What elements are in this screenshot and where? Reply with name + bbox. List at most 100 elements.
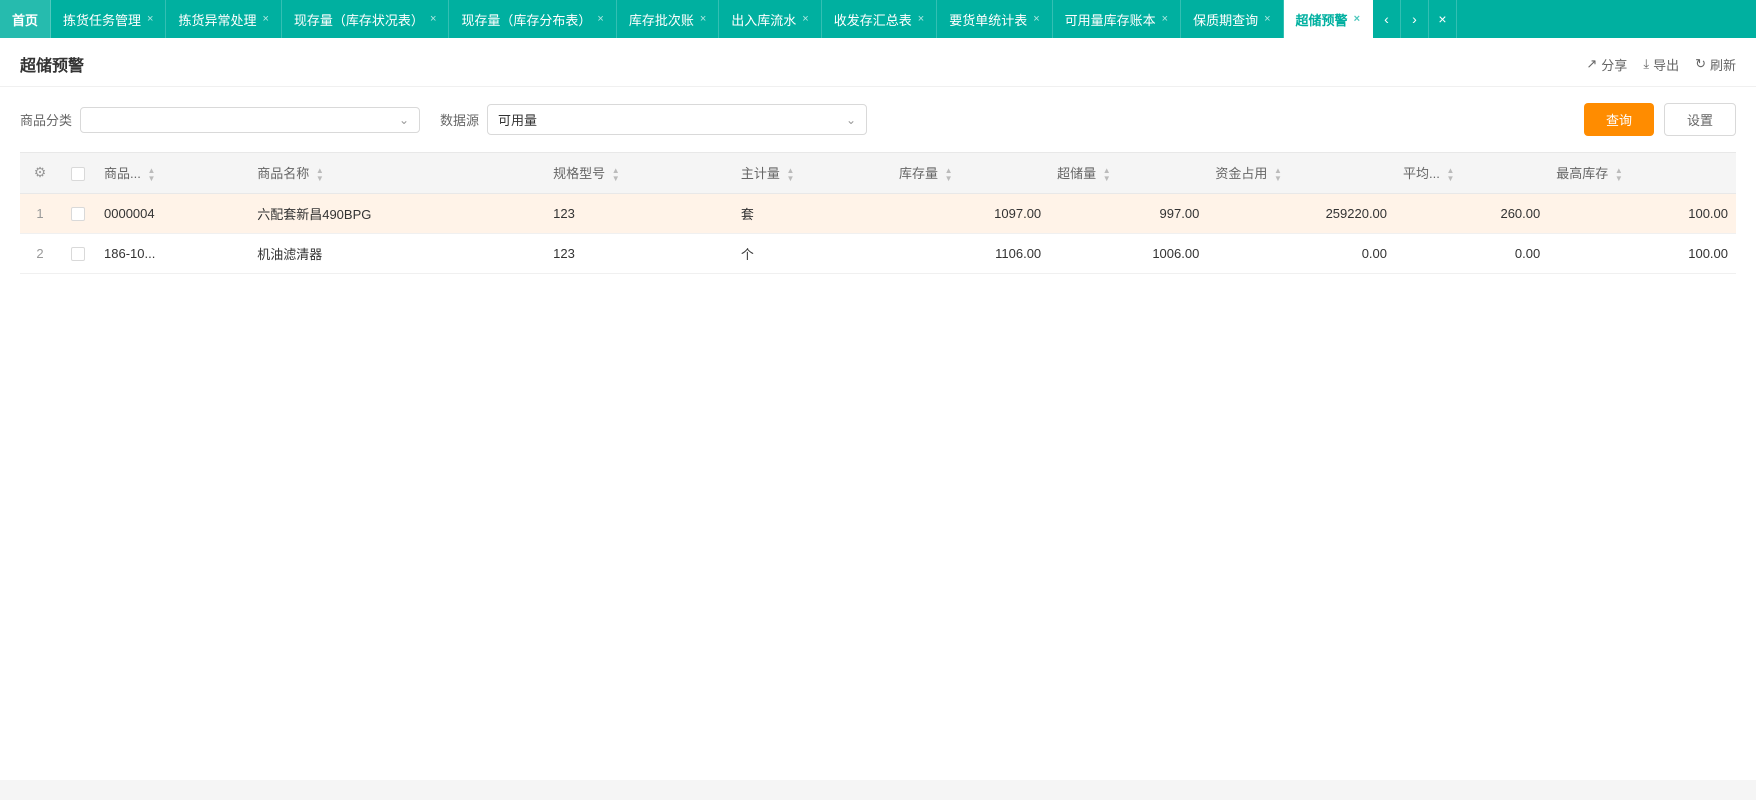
nav-item-6[interactable]: 出入库流水 × (719, 0, 821, 38)
close-icon[interactable]: × (1162, 13, 1168, 25)
export-button[interactable]: ⤓ 导出 (1643, 55, 1679, 74)
nav-close-arrow[interactable]: × (1429, 0, 1457, 38)
chevron-down-icon: ⌄ (399, 113, 409, 127)
close-icon[interactable]: × (918, 13, 924, 25)
row-checkbox[interactable] (71, 207, 85, 221)
row-max-stock: 100.00 (1548, 233, 1736, 273)
col-product-name-header[interactable]: 商品名称 ▲▼ (249, 153, 545, 194)
col-over-stock-header[interactable]: 超储量 ▲▼ (1049, 153, 1207, 194)
sort-icon: ▲▼ (147, 167, 155, 183)
close-icon[interactable]: × (1354, 13, 1360, 25)
filter-bar: 商品分类 ⌄ 数据源 可用量 ⌄ 查询 设置 (0, 87, 1756, 152)
datasource-select[interactable]: 可用量 ⌄ (487, 104, 867, 135)
close-icon[interactable]: × (597, 13, 603, 25)
row-max-stock: 100.00 (1548, 193, 1736, 233)
nav-item-11[interactable]: 超储预警 × (1284, 0, 1373, 38)
nav-item-7[interactable]: 收发存汇总表 × (822, 0, 937, 38)
refresh-icon: ↻ (1695, 56, 1706, 72)
sort-icon: ▲▼ (945, 167, 953, 183)
col-max-stock-header[interactable]: 最高库存 ▲▼ (1548, 153, 1736, 194)
nav-item-5[interactable]: 库存批次账 × (617, 0, 719, 38)
nav-next-arrow[interactable]: › (1401, 0, 1429, 38)
chevron-down-icon: ⌄ (846, 113, 856, 127)
col-unit-header[interactable]: 主计量 ▲▼ (733, 153, 891, 194)
close-icon[interactable]: × (700, 13, 706, 25)
row-avg: 0.00 (1395, 233, 1548, 273)
category-filter-group: 商品分类 ⌄ (20, 107, 420, 133)
row-capital: 259220.00 (1207, 193, 1395, 233)
nav-item-4[interactable]: 现存量（库存分布表） × (449, 0, 616, 38)
share-button[interactable]: ↗ 分享 (1586, 55, 1627, 74)
sort-icon: ▲▼ (1103, 167, 1111, 183)
row-spec: 123 (545, 233, 733, 273)
nav-item-1[interactable]: 拣货任务管理 × (51, 0, 166, 38)
share-icon: ↗ (1586, 56, 1597, 72)
settings-button[interactable]: 设置 (1664, 103, 1736, 136)
col-capital-header[interactable]: 资金占用 ▲▼ (1207, 153, 1395, 194)
nav-prev-arrow[interactable]: ‹ (1373, 0, 1401, 38)
refresh-button[interactable]: ↻ 刷新 (1695, 55, 1736, 74)
nav-bar: 首页 拣货任务管理 × 拣货异常处理 × 现存量（库存状况表） × 现存量（库存… (0, 0, 1756, 38)
nav-item-8[interactable]: 要货单统计表 × (937, 0, 1052, 38)
row-index: 2 (20, 233, 60, 273)
col-settings-header: ⚙ (20, 153, 60, 194)
row-product-code: 186-10... (96, 233, 249, 273)
row-unit: 个 (733, 233, 891, 273)
page-content: 超储预警 ↗ 分享 ⤓ 导出 ↻ 刷新 商品分类 ⌄ 数据源 (0, 38, 1756, 780)
row-checkbox-cell (60, 233, 96, 273)
row-over-stock: 997.00 (1049, 193, 1207, 233)
category-label: 商品分类 (20, 110, 72, 129)
col-checkbox-header (60, 153, 96, 194)
close-icon[interactable]: × (262, 13, 268, 25)
sort-icon: ▲▼ (1446, 167, 1454, 183)
table-header-row: ⚙ 商品... ▲▼ 商品名称 ▲▼ 规格型号 ▲▼ (20, 153, 1736, 194)
sort-icon: ▲▼ (1615, 167, 1623, 183)
close-icon[interactable]: × (802, 13, 808, 25)
nav-home[interactable]: 首页 (0, 0, 51, 38)
table-row: 1 0000004 六配套新昌490BPG 123 套 1097.00 997.… (20, 193, 1736, 233)
row-stock: 1097.00 (891, 193, 1049, 233)
col-avg-header[interactable]: 平均... ▲▼ (1395, 153, 1548, 194)
table-row: 2 186-10... 机油滤清器 123 个 1106.00 1006.00 … (20, 233, 1736, 273)
sort-icon: ▲▼ (786, 167, 794, 183)
col-spec-header[interactable]: 规格型号 ▲▼ (545, 153, 733, 194)
close-icon[interactable]: × (1264, 13, 1270, 25)
row-index: 1 (20, 193, 60, 233)
row-stock: 1106.00 (891, 233, 1049, 273)
close-icon[interactable]: × (430, 13, 436, 25)
close-icon[interactable]: × (1033, 13, 1039, 25)
table-body: 1 0000004 六配套新昌490BPG 123 套 1097.00 997.… (20, 193, 1736, 273)
table-container: ⚙ 商品... ▲▼ 商品名称 ▲▼ 规格型号 ▲▼ (0, 152, 1756, 274)
sort-icon: ▲▼ (1274, 167, 1282, 183)
nav-item-3[interactable]: 现存量（库存状况表） × (282, 0, 449, 38)
row-checkbox[interactable] (71, 247, 85, 261)
sort-icon: ▲▼ (316, 167, 324, 183)
datasource-filter-group: 数据源 可用量 ⌄ (440, 104, 867, 135)
header-actions: ↗ 分享 ⤓ 导出 ↻ 刷新 (1586, 55, 1736, 74)
filter-buttons: 查询 设置 (1584, 103, 1736, 136)
page-title: 超储预警 (20, 52, 84, 76)
row-product-code: 0000004 (96, 193, 249, 233)
row-over-stock: 1006.00 (1049, 233, 1207, 273)
col-stock-header[interactable]: 库存量 ▲▼ (891, 153, 1049, 194)
row-avg: 260.00 (1395, 193, 1548, 233)
datasource-label: 数据源 (440, 110, 479, 129)
select-all-checkbox[interactable] (71, 167, 85, 181)
close-icon[interactable]: × (147, 13, 153, 25)
nav-item-2[interactable]: 拣货异常处理 × (166, 0, 281, 38)
row-capital: 0.00 (1207, 233, 1395, 273)
page-header: 超储预警 ↗ 分享 ⤓ 导出 ↻ 刷新 (0, 38, 1756, 87)
nav-item-10[interactable]: 保质期查询 × (1181, 0, 1283, 38)
nav-item-9[interactable]: 可用量库存账本 × (1053, 0, 1181, 38)
col-product-code-header[interactable]: 商品... ▲▼ (96, 153, 249, 194)
row-spec: 123 (545, 193, 733, 233)
data-table: ⚙ 商品... ▲▼ 商品名称 ▲▼ 规格型号 ▲▼ (20, 152, 1736, 274)
datasource-select-value: 可用量 (498, 110, 537, 129)
query-button[interactable]: 查询 (1584, 103, 1654, 136)
category-select[interactable]: ⌄ (80, 107, 420, 133)
row-product-name: 机油滤清器 (249, 233, 545, 273)
row-unit: 套 (733, 193, 891, 233)
gear-icon[interactable]: ⚙ (34, 164, 47, 180)
export-icon: ⤓ (1643, 56, 1649, 72)
sort-icon: ▲▼ (612, 167, 620, 183)
